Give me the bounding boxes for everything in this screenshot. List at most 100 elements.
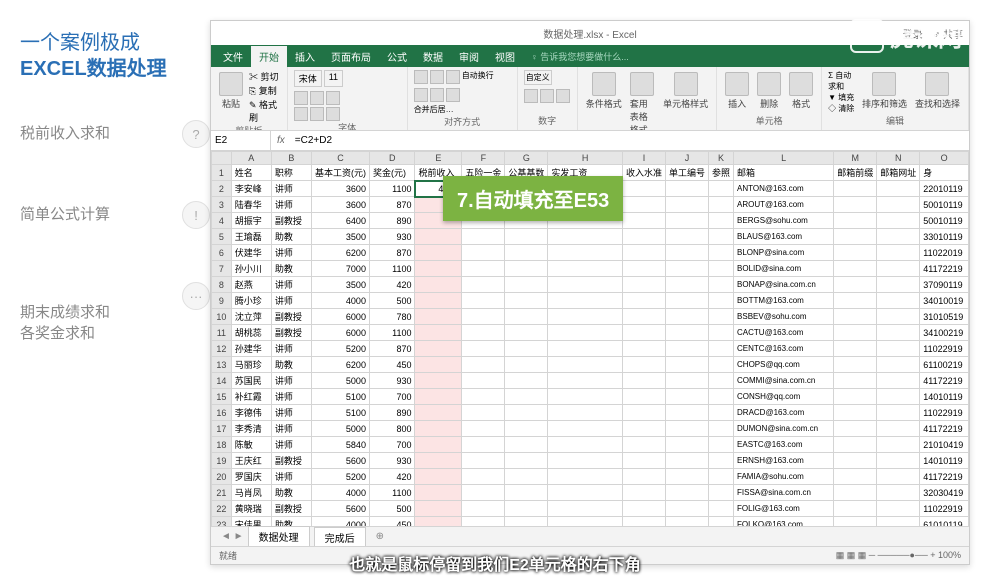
cell[interactable] [877, 469, 920, 485]
cell[interactable]: 讲师 [271, 373, 311, 389]
cell[interactable] [415, 373, 462, 389]
cell[interactable]: 助教 [271, 261, 311, 277]
cell[interactable] [877, 325, 920, 341]
cell[interactable] [622, 405, 665, 421]
row-header-21[interactable]: 21 [212, 485, 232, 501]
cell[interactable]: 11022019 [920, 245, 969, 261]
cell[interactable] [462, 277, 505, 293]
row-header-15[interactable]: 15 [212, 389, 232, 405]
clear-button[interactable]: ◇ 清除 [828, 103, 856, 114]
cell[interactable]: ANTON@163.com [734, 181, 834, 197]
cell[interactable]: 930 [369, 453, 415, 469]
tab-insert[interactable]: 插入 [287, 46, 323, 67]
col-header-N[interactable]: N [877, 152, 920, 165]
cell[interactable] [462, 373, 505, 389]
col-header-I[interactable]: I [622, 152, 665, 165]
cell[interactable]: DRACD@163.com [734, 405, 834, 421]
col-header-G[interactable]: G [505, 152, 548, 165]
fx-icon[interactable]: fx [271, 135, 291, 146]
cell[interactable] [665, 437, 708, 453]
cell[interactable] [462, 453, 505, 469]
cell[interactable] [462, 357, 505, 373]
cell[interactable] [415, 453, 462, 469]
cell[interactable]: 马肖凤 [231, 485, 271, 501]
cell[interactable] [622, 213, 665, 229]
row-header-18[interactable]: 18 [212, 437, 232, 453]
cell[interactable] [834, 309, 877, 325]
cell[interactable]: 4000 [311, 293, 369, 309]
row-header-11[interactable]: 11 [212, 325, 232, 341]
cell[interactable]: 讲师 [271, 293, 311, 309]
cell[interactable]: COMMI@sina.com.cn [734, 373, 834, 389]
cell[interactable]: 助教 [271, 229, 311, 245]
cell[interactable]: 34100219 [920, 325, 969, 341]
cell[interactable]: 罗国庆 [231, 469, 271, 485]
cell[interactable]: 讲师 [271, 245, 311, 261]
cell[interactable] [877, 421, 920, 437]
cell[interactable] [622, 437, 665, 453]
cell[interactable]: 副教授 [271, 453, 311, 469]
cell[interactable] [877, 277, 920, 293]
cell[interactable] [415, 421, 462, 437]
cell[interactable]: 32030419 [920, 485, 969, 501]
cell[interactable]: 41172219 [920, 261, 969, 277]
cell[interactable] [548, 469, 623, 485]
cell[interactable] [665, 181, 708, 197]
cell[interactable]: 50010119 [920, 213, 969, 229]
cell[interactable]: 6200 [311, 245, 369, 261]
cell[interactable] [665, 485, 708, 501]
cell[interactable] [665, 389, 708, 405]
format-cell-button[interactable]: 格式 [787, 70, 815, 112]
sort-button[interactable]: 排序和筛选 [860, 70, 909, 112]
cell[interactable]: 450 [369, 517, 415, 527]
header-cell[interactable]: 基本工资(元) [311, 165, 369, 181]
cell[interactable]: 870 [369, 245, 415, 261]
cell[interactable] [709, 325, 734, 341]
cell[interactable]: 5000 [311, 421, 369, 437]
header-cell[interactable]: 收入水准 [622, 165, 665, 181]
cell[interactable] [834, 357, 877, 373]
cell[interactable] [834, 277, 877, 293]
cell[interactable]: CHOPS@qq.com [734, 357, 834, 373]
cell[interactable] [548, 229, 623, 245]
cell[interactable] [548, 373, 623, 389]
cell[interactable]: 讲师 [271, 197, 311, 213]
cell[interactable]: 870 [369, 341, 415, 357]
cell[interactable]: 420 [369, 277, 415, 293]
cell[interactable]: 王瑜磊 [231, 229, 271, 245]
fill-color-button[interactable] [310, 107, 324, 121]
cell[interactable] [877, 341, 920, 357]
cell[interactable]: FAMIA@sohu.com [734, 469, 834, 485]
cell[interactable]: 41172219 [920, 469, 969, 485]
cell[interactable]: 890 [369, 405, 415, 421]
cell[interactable]: 5600 [311, 501, 369, 517]
align-bot-button[interactable] [446, 70, 460, 84]
cell[interactable]: 3500 [311, 277, 369, 293]
cell[interactable] [415, 341, 462, 357]
cell[interactable]: BERGS@sohu.com [734, 213, 834, 229]
cell[interactable] [548, 325, 623, 341]
cell[interactable] [834, 341, 877, 357]
cell[interactable] [665, 405, 708, 421]
tell-me-search[interactable]: ♀ 告诉我您想要做什么... [531, 50, 629, 63]
cell[interactable]: 3600 [311, 181, 369, 197]
cell[interactable]: AROUT@163.com [734, 197, 834, 213]
cell[interactable] [709, 181, 734, 197]
copy-button[interactable]: ⎘ 复制 [249, 84, 281, 97]
tab-home[interactable]: 开始 [251, 46, 287, 67]
cell[interactable] [462, 517, 505, 527]
cell[interactable] [505, 325, 548, 341]
cell[interactable]: 苏国民 [231, 373, 271, 389]
cell[interactable] [877, 357, 920, 373]
tab-layout[interactable]: 页面布局 [323, 46, 379, 67]
cell[interactable]: 李秀清 [231, 421, 271, 437]
cell[interactable] [462, 309, 505, 325]
row-header-12[interactable]: 12 [212, 341, 232, 357]
cell[interactable]: 33010119 [920, 229, 969, 245]
cell[interactable] [622, 469, 665, 485]
cell[interactable] [877, 453, 920, 469]
tab-file[interactable]: 文件 [215, 46, 251, 67]
row-header-7[interactable]: 7 [212, 261, 232, 277]
cell[interactable] [877, 517, 920, 527]
cell[interactable] [665, 517, 708, 527]
